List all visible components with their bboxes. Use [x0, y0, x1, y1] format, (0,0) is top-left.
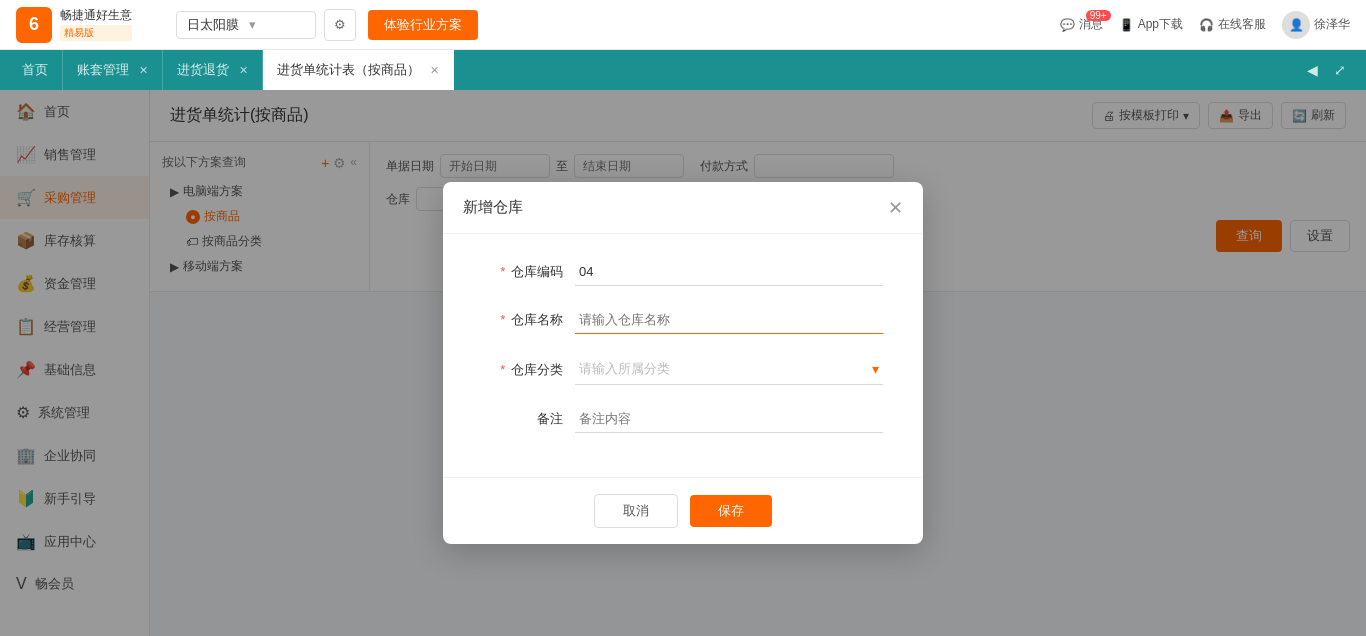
top-header: 6 畅捷通好生意 精易版 日太阳膜 ▾ ⚙ 体验行业方案 💬 消息 99+ 📱 …: [0, 0, 1366, 50]
modal-header: 新增仓库 ✕: [443, 182, 923, 234]
main-layout: 🏠 首页 📈 销售管理 🛒 采购管理 📦 库存核算 💰 资金管理 📋 经营管理 …: [0, 90, 1366, 636]
tab-purchase-return-close[interactable]: ✕: [239, 64, 248, 77]
edition-label: 精易版: [60, 25, 132, 41]
tab-fullscreen-button[interactable]: ⤢: [1330, 60, 1350, 80]
modal-body: * 仓库编码 * 仓库名称 * 仓库分类: [443, 234, 923, 477]
warehouse-note-row: 备注: [483, 405, 883, 433]
header-right: 💬 消息 99+ 📱 App下载 🎧 在线客服 👤 徐泽华: [1060, 11, 1350, 39]
category-dropdown-arrow: ▾: [872, 361, 879, 377]
store-selector[interactable]: 日太阳膜 ▾: [176, 11, 316, 39]
store-name: 日太阳膜: [187, 16, 243, 34]
settings-button[interactable]: ⚙: [324, 9, 356, 41]
messages-badge: 99+: [1086, 10, 1111, 21]
new-warehouse-modal: 新增仓库 ✕ * 仓库编码 * 仓库名称: [443, 182, 923, 544]
save-button[interactable]: 保存: [690, 495, 772, 527]
app-download-item[interactable]: 📱 App下载: [1119, 16, 1183, 33]
store-dropdown-arrow: ▾: [249, 17, 305, 32]
tab-prev-button[interactable]: ◀: [1303, 60, 1322, 80]
message-icon: 💬: [1060, 18, 1075, 32]
tab-accounts-close[interactable]: ✕: [139, 64, 148, 77]
warehouse-category-row: * 仓库分类 请输入所属分类 ▾: [483, 354, 883, 385]
avatar-icon: 👤: [1289, 18, 1304, 32]
tab-purchase-stats-label: 进货单统计表（按商品）: [277, 61, 420, 79]
online-service-item[interactable]: 🎧 在线客服: [1199, 16, 1266, 33]
online-service-label: 在线客服: [1218, 16, 1266, 33]
warehouse-name-row: * 仓库名称: [483, 306, 883, 334]
modal-title: 新增仓库: [463, 198, 523, 217]
modal-footer: 取消 保存: [443, 477, 923, 544]
phone-icon: 📱: [1119, 18, 1134, 32]
warehouse-code-input[interactable]: [575, 258, 883, 286]
logo-area: 6 畅捷通好生意 精易版: [16, 7, 166, 43]
brand-name: 畅捷通好生意: [60, 8, 132, 24]
warehouse-note-label: 备注: [483, 410, 563, 428]
tab-purchase-return[interactable]: 进货退货 ✕: [163, 50, 263, 90]
warehouse-note-input[interactable]: [575, 405, 883, 433]
tab-purchase-stats-close[interactable]: ✕: [430, 64, 439, 77]
user-profile[interactable]: 👤 徐泽华: [1282, 11, 1350, 39]
warehouse-category-label: * 仓库分类: [483, 361, 563, 379]
trial-button[interactable]: 体验行业方案: [368, 10, 478, 40]
warehouse-code-row: * 仓库编码: [483, 258, 883, 286]
tab-controls: ◀ ⤢: [1303, 50, 1358, 90]
gear-icon: ⚙: [334, 17, 346, 32]
tab-bar: 首页 账套管理 ✕ 进货退货 ✕ 进货单统计表（按商品） ✕ ◀ ⤢: [0, 50, 1366, 90]
avatar: 👤: [1282, 11, 1310, 39]
warehouse-name-input[interactable]: [575, 306, 883, 334]
messages-item[interactable]: 💬 消息 99+: [1060, 16, 1103, 33]
tab-accounts-label: 账套管理: [77, 61, 129, 79]
tab-home[interactable]: 首页: [8, 50, 63, 90]
tab-accounts[interactable]: 账套管理 ✕: [63, 50, 163, 90]
cancel-button[interactable]: 取消: [594, 494, 678, 528]
warehouse-code-label: * 仓库编码: [483, 263, 563, 281]
modal-overlay: 新增仓库 ✕ * 仓库编码 * 仓库名称: [0, 90, 1366, 636]
logo-icon: 6: [16, 7, 52, 43]
app-download-label: App下载: [1138, 16, 1183, 33]
username: 徐泽华: [1314, 16, 1350, 33]
warehouse-category-selector[interactable]: 请输入所属分类 ▾: [575, 354, 883, 385]
category-placeholder: 请输入所属分类: [579, 360, 872, 378]
tab-home-label: 首页: [22, 61, 48, 79]
tab-purchase-return-label: 进货退货: [177, 61, 229, 79]
modal-close-button[interactable]: ✕: [888, 199, 903, 217]
headset-icon: 🎧: [1199, 18, 1214, 32]
warehouse-name-label: * 仓库名称: [483, 311, 563, 329]
tab-purchase-stats[interactable]: 进货单统计表（按商品） ✕: [263, 50, 454, 90]
